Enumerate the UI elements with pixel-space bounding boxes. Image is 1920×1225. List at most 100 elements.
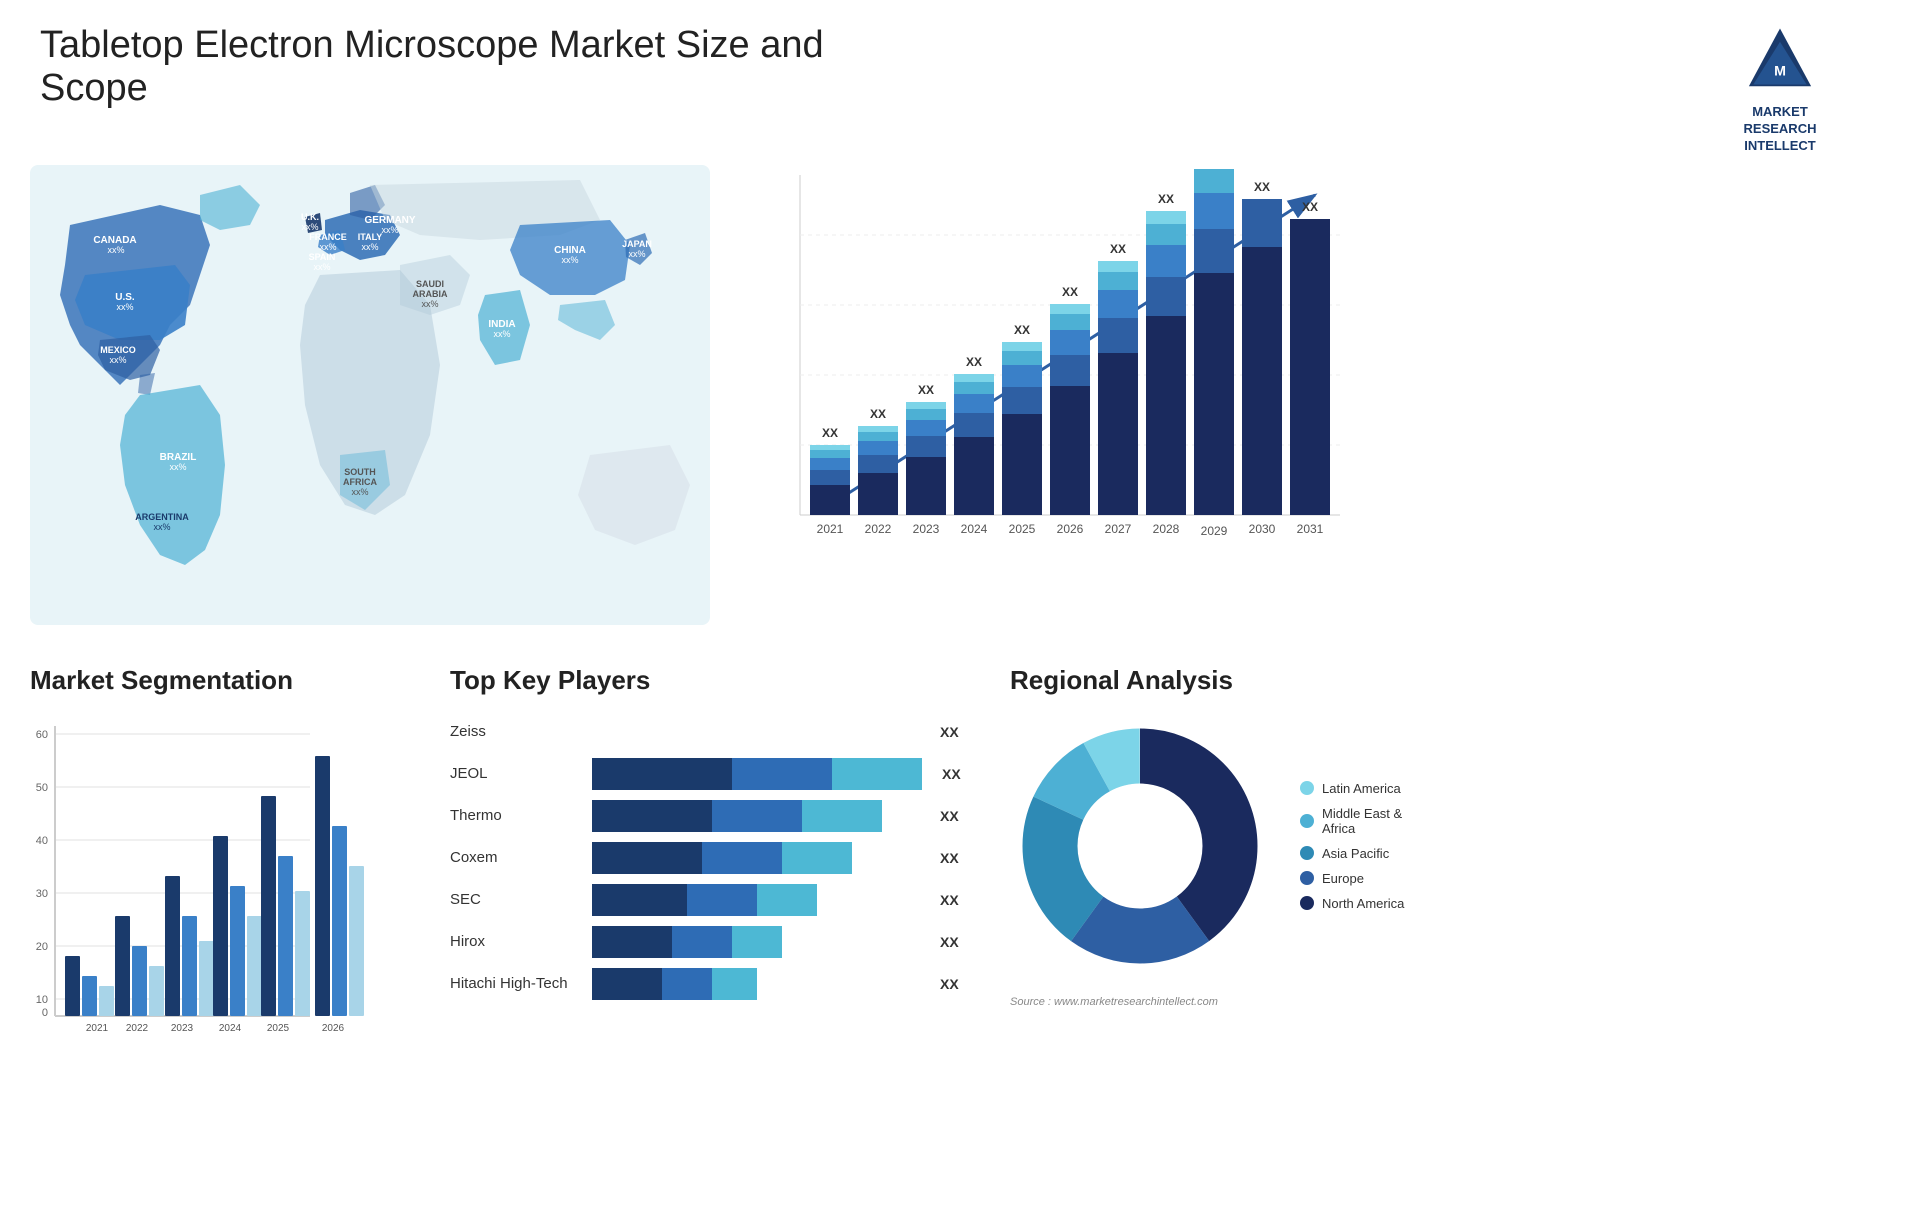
svg-text:xx%: xx% <box>628 249 645 259</box>
legend-dot-europe <box>1300 871 1314 885</box>
svg-text:XX: XX <box>1158 192 1174 206</box>
svg-text:2021: 2021 <box>86 1023 109 1034</box>
legend-label-latin: Latin America <box>1322 781 1401 796</box>
svg-text:0: 0 <box>42 1007 48 1019</box>
svg-text:xx%: xx% <box>351 487 368 497</box>
legend-label-europe: Europe <box>1322 871 1364 886</box>
legend-item-apac: Asia Pacific <box>1300 846 1404 861</box>
player-bar <box>592 842 920 874</box>
svg-text:XX: XX <box>1110 242 1126 256</box>
player-name: Thermo <box>450 807 580 824</box>
legend-dot-na <box>1300 896 1314 910</box>
svg-text:2025: 2025 <box>1009 522 1036 536</box>
svg-text:2024: 2024 <box>219 1023 242 1034</box>
svg-text:2029: 2029 <box>1201 524 1228 538</box>
logo: M MARKETRESEARCHINTELLECT <box>1680 24 1880 155</box>
svg-text:MEXICO: MEXICO <box>100 345 136 355</box>
svg-text:FRANCE: FRANCE <box>309 232 347 242</box>
player-name: JEOL <box>450 765 580 782</box>
svg-text:xx%: xx% <box>319 242 336 252</box>
svg-text:xx%: xx% <box>116 302 133 312</box>
regional-section: Regional Analysis <box>970 665 1890 1215</box>
svg-text:XX: XX <box>870 407 886 421</box>
svg-text:xx%: xx% <box>107 245 124 255</box>
player-bar <box>592 884 920 916</box>
growth-bar-chart: XX 2021 XX 2022 XX 2023 <box>770 165 1350 585</box>
bar-chart-section: XX 2021 XX 2022 XX 2023 <box>730 165 1890 645</box>
svg-text:2024: 2024 <box>961 522 988 536</box>
player-row-hitachi: Hitachi High-Tech XX <box>450 968 970 1000</box>
svg-text:60: 60 <box>36 729 48 741</box>
legend-item-na: North America <box>1300 896 1404 911</box>
svg-text:xx%: xx% <box>169 462 186 472</box>
svg-text:U.K.: U.K. <box>301 212 319 222</box>
logo-icon: M <box>1740 24 1820 104</box>
legend-dot-latin <box>1300 781 1314 795</box>
svg-text:40: 40 <box>36 835 48 847</box>
svg-text:XX: XX <box>1062 285 1078 299</box>
segmentation-chart: 60 50 40 30 20 10 0 2021 <box>30 716 400 1036</box>
regional-title: Regional Analysis <box>1010 665 1890 696</box>
svg-text:AFRICA: AFRICA <box>343 477 377 487</box>
player-bar <box>592 758 922 790</box>
svg-text:xx%: xx% <box>361 242 378 252</box>
legend-item-latin: Latin America <box>1300 781 1404 796</box>
player-bar <box>592 800 920 832</box>
svg-text:XX: XX <box>1206 165 1222 168</box>
player-name: Hitachi High-Tech <box>450 975 580 992</box>
svg-text:xx%: xx% <box>313 262 330 272</box>
svg-text:2026: 2026 <box>322 1023 345 1034</box>
bottom-sections: Market Segmentation 60 50 40 30 20 10 0 <box>0 645 1920 1225</box>
svg-text:2026: 2026 <box>1057 522 1084 536</box>
svg-text:xx%: xx% <box>301 222 318 232</box>
svg-text:2022: 2022 <box>126 1023 149 1034</box>
svg-text:50: 50 <box>36 782 48 794</box>
svg-text:SOUTH: SOUTH <box>344 467 376 477</box>
world-map: CANADA xx% U.S. xx% MEXICO xx% BRAZIL xx… <box>30 165 710 625</box>
regional-legend: Latin America Middle East &Africa Asia P… <box>1300 781 1404 911</box>
svg-text:xx%: xx% <box>381 225 398 235</box>
svg-text:JAPAN: JAPAN <box>622 239 652 249</box>
logo-text: MARKETRESEARCHINTELLECT <box>1744 104 1817 155</box>
legend-item-mea: Middle East &Africa <box>1300 806 1404 836</box>
svg-text:XX: XX <box>1302 200 1318 214</box>
page-title: Tabletop Electron Microscope Market Size… <box>40 24 940 110</box>
legend-item-europe: Europe <box>1300 871 1404 886</box>
players-list: Zeiss XX JEOL XX Thermo <box>450 716 970 1000</box>
segmentation-section: Market Segmentation 60 50 40 30 20 10 0 <box>30 665 410 1215</box>
player-name: Zeiss <box>450 723 580 740</box>
player-row-coxem: Coxem XX <box>450 842 970 874</box>
player-name: Coxem <box>450 849 580 866</box>
player-xx: XX <box>940 976 970 992</box>
svg-text:xx%: xx% <box>561 255 578 265</box>
donut-container: Latin America Middle East &Africa Asia P… <box>1010 716 1890 976</box>
svg-text:2030: 2030 <box>1249 522 1276 536</box>
map-section: CANADA xx% U.S. xx% MEXICO xx% BRAZIL xx… <box>30 165 730 645</box>
player-name: SEC <box>450 891 580 908</box>
legend-label-apac: Asia Pacific <box>1322 846 1389 861</box>
player-row-zeiss: Zeiss XX <box>450 716 970 748</box>
source-text: Source : www.marketresearchintellect.com <box>1010 996 1890 1008</box>
player-row-hirox: Hirox XX <box>450 926 970 958</box>
svg-text:2023: 2023 <box>171 1023 194 1034</box>
svg-text:xx%: xx% <box>153 522 170 532</box>
player-xx: XX <box>942 766 970 782</box>
header: Tabletop Electron Microscope Market Size… <box>0 0 1920 165</box>
legend-dot-apac <box>1300 846 1314 860</box>
svg-text:20: 20 <box>36 941 48 953</box>
svg-text:SPAIN: SPAIN <box>309 252 336 262</box>
player-bar <box>592 968 920 1000</box>
player-xx: XX <box>940 808 970 824</box>
svg-text:2021: 2021 <box>817 522 844 536</box>
svg-text:XX: XX <box>1254 180 1270 194</box>
player-row-jeol: JEOL XX <box>450 758 970 790</box>
main-content: CANADA xx% U.S. xx% MEXICO xx% BRAZIL xx… <box>0 165 1920 645</box>
svg-text:2025: 2025 <box>267 1023 290 1034</box>
legend-dot-mea <box>1300 814 1314 828</box>
players-title: Top Key Players <box>450 665 970 696</box>
svg-text:XX: XX <box>966 355 982 369</box>
svg-text:2031: 2031 <box>1297 522 1324 536</box>
svg-text:XX: XX <box>918 383 934 397</box>
player-xx: XX <box>940 934 970 950</box>
svg-text:ARABIA: ARABIA <box>413 289 448 299</box>
